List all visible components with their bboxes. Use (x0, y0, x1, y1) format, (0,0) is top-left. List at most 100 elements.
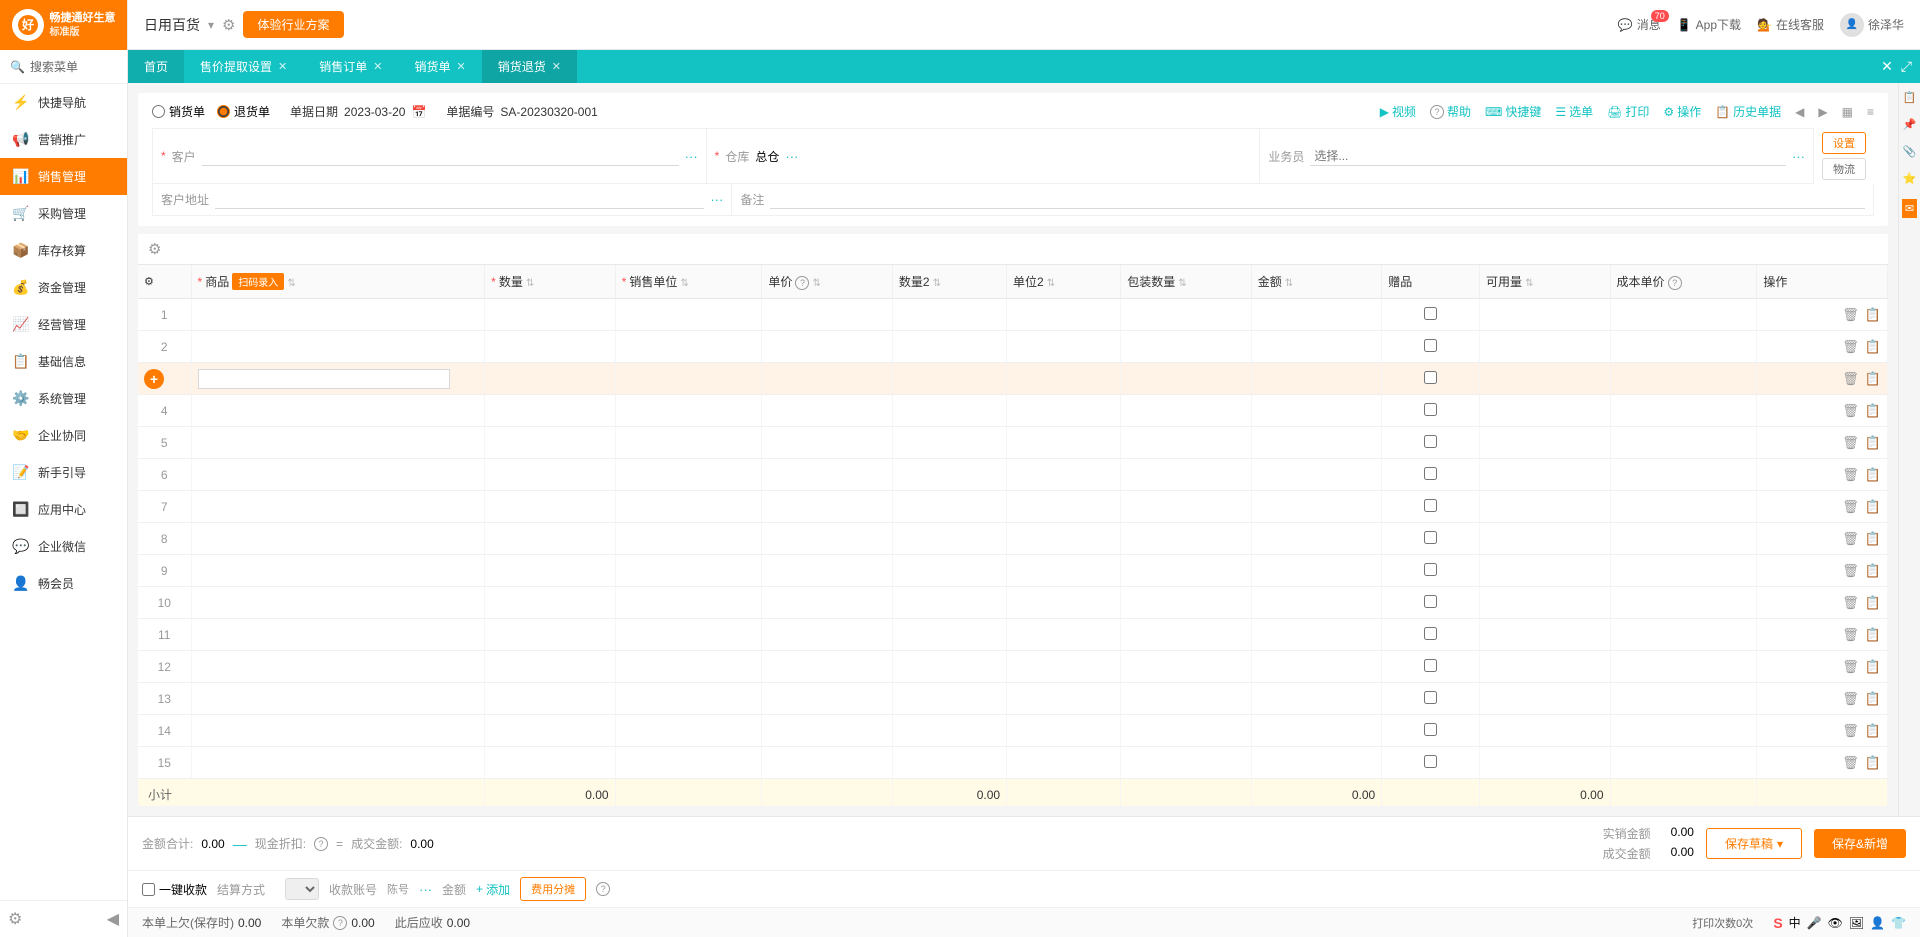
cell-available[interactable] (1480, 587, 1610, 619)
delete-row-icon[interactable]: 🗑 (1842, 691, 1859, 707)
sidebar-search[interactable]: 🔍 搜索菜单 (0, 50, 127, 84)
cell-unit-price[interactable] (762, 683, 892, 715)
th-qty2-sort[interactable]: ⇅ (933, 278, 941, 289)
copy-row-icon[interactable]: 📋 (1865, 563, 1881, 579)
copy-row-icon[interactable]: 📋 (1865, 403, 1881, 419)
copy-row-icon[interactable]: 📋 (1865, 755, 1881, 771)
cell-product[interactable] (191, 683, 485, 715)
cell-cost-unit[interactable] (1610, 427, 1757, 459)
cell-pack-qty[interactable] (1121, 427, 1251, 459)
cell-gift[interactable] (1382, 427, 1480, 459)
collapse-icon[interactable]: ◀ (107, 909, 119, 929)
view-list-icon[interactable]: ▦ (1842, 105, 1853, 119)
cell-amount[interactable] (1251, 363, 1381, 395)
cell-product[interactable] (191, 523, 485, 555)
cell-amount[interactable] (1251, 683, 1381, 715)
delete-row-icon[interactable]: 🗑 (1842, 755, 1859, 771)
cell-gift[interactable] (1382, 555, 1480, 587)
cell-cost-unit[interactable] (1610, 459, 1757, 491)
cell-gift[interactable] (1382, 619, 1480, 651)
cell-sale-unit[interactable] (615, 331, 762, 363)
warehouse-dots[interactable]: ··· (785, 149, 798, 164)
sidebar-item-appstore[interactable]: 🔲 应用中心 (0, 491, 127, 528)
gift-checkbox[interactable] (1424, 403, 1437, 416)
gift-checkbox[interactable] (1424, 371, 1437, 384)
copy-row-icon[interactable]: 📋 (1865, 435, 1881, 451)
cell-unit2[interactable] (1007, 363, 1121, 395)
cell-qty2[interactable] (892, 619, 1006, 651)
cell-available[interactable] (1480, 683, 1610, 715)
cell-quantity[interactable] (485, 619, 615, 651)
delete-row-icon[interactable]: 🗑 (1842, 595, 1859, 611)
tool-icon-img[interactable]: 🖼 (1849, 916, 1864, 930)
cell-quantity[interactable] (485, 747, 615, 779)
cell-quantity[interactable] (485, 459, 615, 491)
cell-gift[interactable] (1382, 363, 1480, 395)
product-input[interactable] (198, 369, 451, 389)
cell-cost-unit[interactable] (1610, 715, 1757, 747)
owe-help[interactable]: ? (333, 916, 347, 930)
cell-sale-unit[interactable] (615, 427, 762, 459)
delete-row-icon[interactable]: 🗑 (1842, 435, 1859, 451)
print-btn[interactable]: 🖨 打印 (1607, 103, 1649, 120)
add-row-btn[interactable]: + (144, 369, 164, 389)
cell-unit-price[interactable] (762, 747, 892, 779)
right-icon-4[interactable]: ⭐ (1903, 172, 1917, 185)
cell-unit2[interactable] (1007, 491, 1121, 523)
cell-cost-unit[interactable] (1610, 395, 1757, 427)
cell-unit-price[interactable] (762, 395, 892, 427)
cell-cost-unit[interactable] (1610, 587, 1757, 619)
maximize-icon[interactable]: ⤢ (1901, 58, 1912, 75)
tab-sale-delivery-close[interactable]: ✕ (457, 60, 466, 73)
cell-quantity[interactable] (485, 491, 615, 523)
logistics-btn[interactable]: 物流 (1822, 158, 1866, 180)
cell-cost-unit[interactable] (1610, 555, 1757, 587)
settings-btn[interactable]: 设置 (1822, 132, 1866, 154)
cell-unit-price[interactable] (762, 491, 892, 523)
copy-row-icon[interactable]: 📋 (1865, 723, 1881, 739)
cell-qty2[interactable] (892, 747, 1006, 779)
cell-cost-unit[interactable] (1610, 491, 1757, 523)
cell-available[interactable] (1480, 619, 1610, 651)
cell-gift[interactable] (1382, 491, 1480, 523)
save-draft-btn[interactable]: 保存草稿 ▾ (1706, 828, 1802, 859)
copy-row-icon[interactable]: 📋 (1865, 691, 1881, 707)
tool-icon-shirt[interactable]: 👕 (1891, 916, 1906, 930)
th-qty-sort[interactable]: ⇅ (526, 278, 534, 289)
cell-available[interactable] (1480, 459, 1610, 491)
cell-cost-unit[interactable] (1610, 619, 1757, 651)
cell-gift[interactable] (1382, 683, 1480, 715)
cell-sale-unit[interactable] (615, 523, 762, 555)
delete-row-icon[interactable]: 🗑 (1842, 307, 1859, 323)
cell-pack-qty[interactable] (1121, 683, 1251, 715)
cell-pack-qty[interactable] (1121, 299, 1251, 331)
cell-amount[interactable] (1251, 427, 1381, 459)
sidebar-item-system[interactable]: ⚙️ 系统管理 (0, 380, 127, 417)
account-dots[interactable]: ··· (419, 882, 432, 897)
topbar-settings-icon[interactable]: ⚙ (222, 16, 235, 34)
cell-sale-unit[interactable] (615, 555, 762, 587)
cell-unit2[interactable] (1007, 459, 1121, 491)
gift-checkbox[interactable] (1424, 563, 1437, 576)
tool-icon-person[interactable]: 👤 (1870, 916, 1885, 930)
radio-return-input[interactable] (217, 105, 230, 118)
tab-sale-delivery[interactable]: 销货单 ✕ (398, 50, 481, 83)
delete-row-icon[interactable]: 🗑 (1842, 563, 1859, 579)
gift-checkbox[interactable] (1424, 467, 1437, 480)
cell-unit2[interactable] (1007, 523, 1121, 555)
online-service-btn[interactable]: 💁 在线客服 (1757, 16, 1824, 33)
delete-row-icon[interactable]: 🗑 (1842, 627, 1859, 643)
table-settings-icon[interactable]: ⚙ (148, 240, 161, 258)
cell-product[interactable] (191, 331, 485, 363)
experience-btn[interactable]: 体验行业方案 (243, 11, 343, 38)
cell-product[interactable] (191, 715, 485, 747)
user-info[interactable]: 👤 徐泽华 (1840, 13, 1904, 37)
cell-qty2[interactable] (892, 395, 1006, 427)
cell-pack-qty[interactable] (1121, 555, 1251, 587)
cell-gift[interactable] (1382, 523, 1480, 555)
cell-available[interactable] (1480, 299, 1610, 331)
cell-qty2[interactable] (892, 587, 1006, 619)
cell-sale-unit[interactable] (615, 363, 762, 395)
cell-qty2[interactable] (892, 651, 1006, 683)
gift-checkbox[interactable] (1424, 627, 1437, 640)
